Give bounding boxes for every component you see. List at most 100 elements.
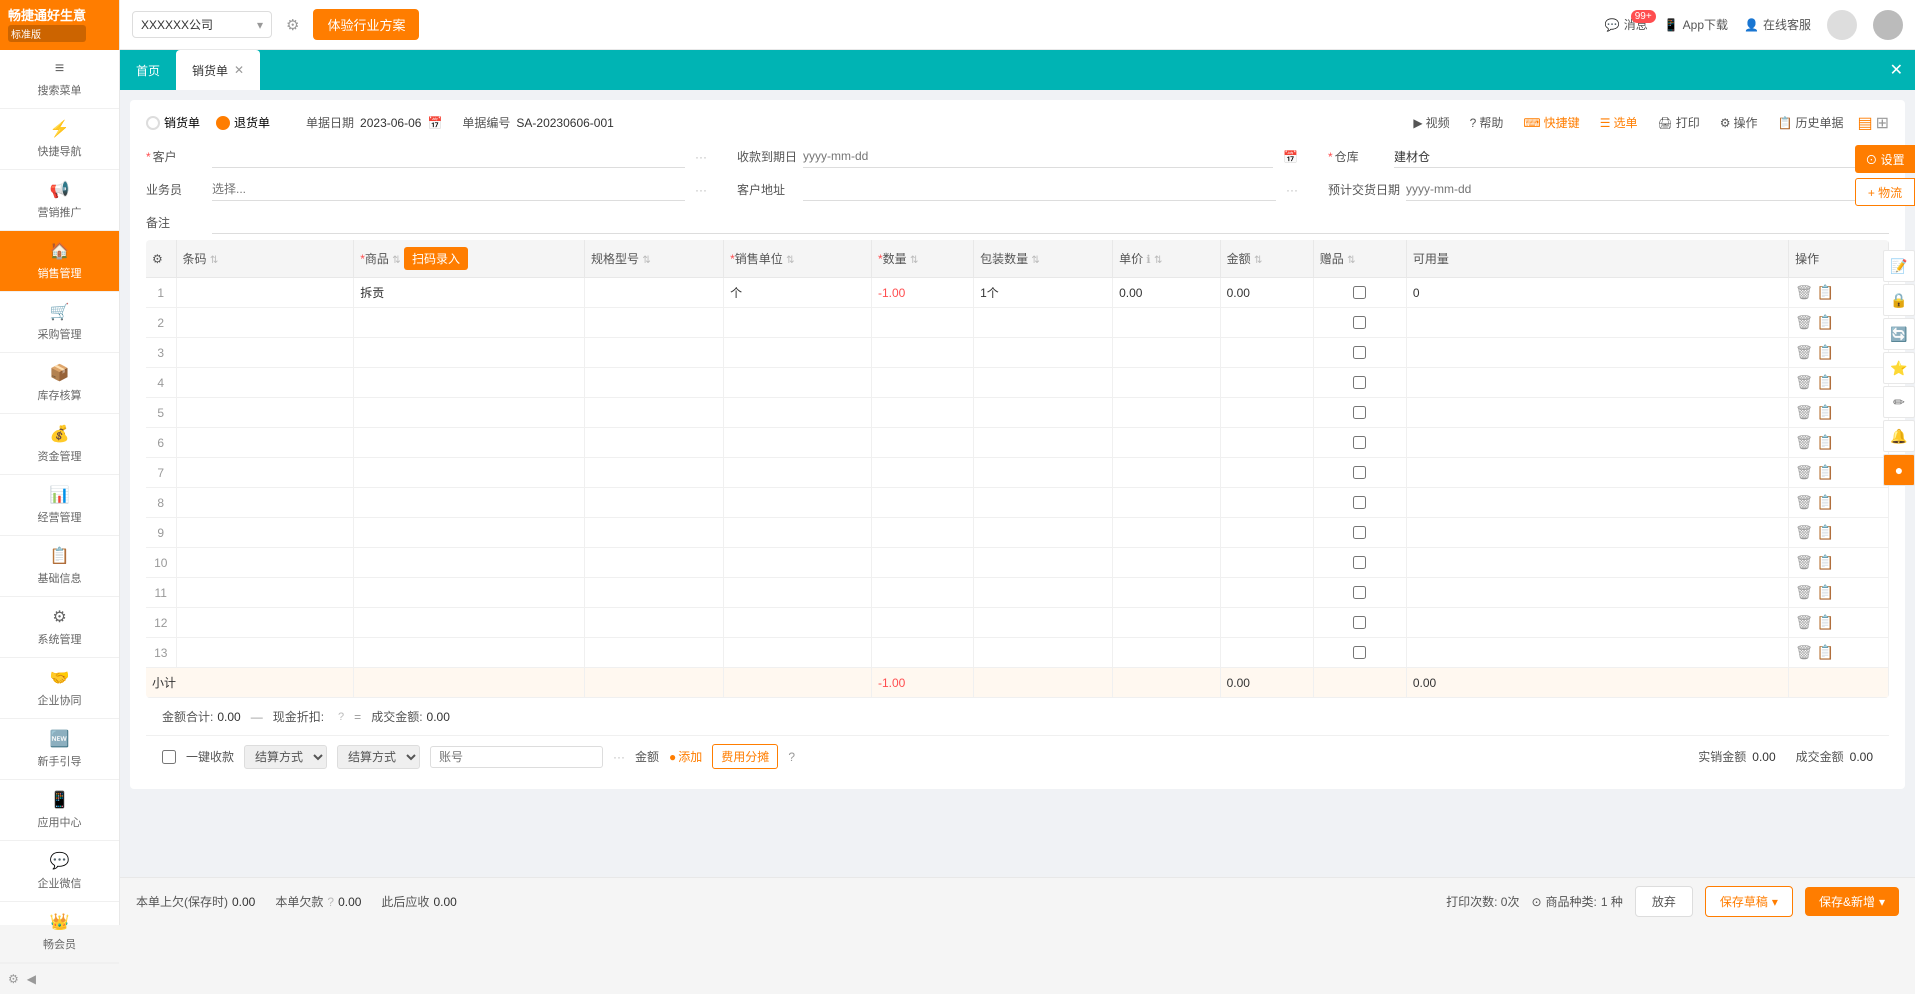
row-spec[interactable] [585,398,724,428]
row-product[interactable] [354,548,585,578]
row-gift[interactable] [1313,308,1406,338]
row-qty[interactable] [872,548,974,578]
row-qty[interactable] [872,578,974,608]
due-date-input[interactable] [803,145,1273,168]
row-unit-price[interactable] [1113,608,1221,638]
row-qty[interactable] [872,338,974,368]
row-qty[interactable] [872,308,974,338]
row-gift[interactable] [1313,488,1406,518]
row-qty[interactable] [872,488,974,518]
action-video[interactable]: ▶ 视频 [1407,112,1455,133]
row-barcode[interactable] [176,578,354,608]
delete-row-button[interactable]: 🗑 [1795,464,1813,481]
row-gift[interactable] [1313,548,1406,578]
row-barcode[interactable] [176,398,354,428]
action-select[interactable]: ☰ 选单 [1594,112,1644,133]
calendar-icon[interactable]: 📅 [427,116,442,130]
notes-input[interactable] [212,211,1889,234]
row-gift[interactable] [1313,398,1406,428]
row-spec[interactable] [585,278,724,308]
copy-row-button[interactable]: 📋 [1817,464,1834,481]
customer-address-input[interactable] [803,178,1276,201]
sidebar-item-quick[interactable]: ⚡ 快捷导航 [0,109,119,170]
delete-row-button[interactable]: 🗑 [1795,434,1813,451]
calc-method-select[interactable]: 结算方式 [337,745,420,769]
row-gift[interactable] [1313,278,1406,308]
copy-row-button[interactable]: 📋 [1817,554,1834,571]
logistics-button[interactable]: + 物流 [1855,178,1915,206]
row-product[interactable] [354,608,585,638]
row-spec[interactable] [585,308,724,338]
abandon-button[interactable]: 放弃 [1635,886,1693,917]
row-product[interactable] [354,368,585,398]
delete-row-button[interactable]: 🗑 [1795,644,1813,661]
sidebar-item-finance[interactable]: 💰 资金管理 [0,414,119,475]
row-gift[interactable] [1313,368,1406,398]
customer-input[interactable] [212,145,685,168]
row-spec[interactable] [585,428,724,458]
sidebar-item-wechat[interactable]: 💬 企业微信 [0,841,119,902]
tab-home[interactable]: 首页 [120,50,176,90]
due-date-calendar-icon[interactable]: 📅 [1283,150,1298,164]
add-payment-button[interactable]: ● 添加 [669,748,702,765]
delete-row-button[interactable]: 🗑 [1795,404,1813,421]
copy-row-button[interactable]: 📋 [1817,284,1834,301]
row-unit-price[interactable] [1113,428,1221,458]
row-spec[interactable] [585,488,724,518]
app-download-item[interactable]: 📱 App下载 [1664,16,1728,33]
action-help[interactable]: ? 帮助 [1464,112,1510,133]
tab-close-icon[interactable]: ✕ [234,63,244,77]
row-qty[interactable] [872,638,974,668]
row-unit-price[interactable]: 0.00 [1113,278,1221,308]
row-gift[interactable] [1313,338,1406,368]
avatar2[interactable] [1873,10,1903,40]
row-unit-price[interactable] [1113,398,1221,428]
row-product[interactable] [354,638,585,668]
side-edit-button[interactable]: ✏ [1883,386,1915,418]
sidebar-item-sales[interactable]: 🏠 销售管理 [0,231,119,292]
copy-row-button[interactable]: 📋 [1817,524,1834,541]
copy-row-button[interactable]: 📋 [1817,494,1834,511]
account-input[interactable] [430,746,603,768]
message-item[interactable]: 💬 消息 99+ [1605,16,1648,33]
avatar[interactable] [1827,10,1857,40]
row-spec[interactable] [585,518,724,548]
discount-info-icon[interactable]: ? [338,711,344,723]
short-info-icon[interactable]: ? [327,895,334,909]
row-barcode[interactable] [176,548,354,578]
side-orange-button[interactable]: ● [1883,454,1915,486]
row-barcode[interactable] [176,338,354,368]
row-qty[interactable] [872,608,974,638]
sidebar-item-member[interactable]: 👑 畅会员 [0,902,119,963]
delete-row-button[interactable]: 🗑 [1795,314,1813,331]
delete-row-button[interactable]: 🗑 [1795,494,1813,511]
customer-dots-icon[interactable]: ··· [695,150,707,164]
sidebar-item-appstore[interactable]: 📱 应用中心 [0,780,119,841]
settings-icon[interactable]: ⚙ [8,972,19,986]
grid-view-icon[interactable]: ⊞ [1876,113,1889,133]
save-draft-chevron-icon[interactable]: ▾ [1772,895,1778,909]
row-barcode[interactable] [176,608,354,638]
row-unit-price[interactable] [1113,518,1221,548]
copy-row-button[interactable]: 📋 [1817,644,1834,661]
salesperson-input[interactable] [212,178,685,201]
sidebar-item-system[interactable]: ⚙ 系统管理 [0,597,119,658]
row-gift[interactable] [1313,608,1406,638]
action-shortcut[interactable]: ⌨ 快捷键 [1517,112,1585,133]
row-unit-price[interactable] [1113,578,1221,608]
row-barcode[interactable] [176,488,354,518]
row-gift[interactable] [1313,638,1406,668]
expected-date-input[interactable] [1406,178,1864,201]
copy-row-button[interactable]: 📋 [1817,434,1834,451]
list-view-icon[interactable]: ▤ [1857,113,1872,133]
row-unit-price[interactable] [1113,488,1221,518]
row-product[interactable] [354,338,585,368]
row-spec[interactable] [585,338,724,368]
row-unit-price[interactable] [1113,338,1221,368]
sidebar-item-inventory[interactable]: 📦 库存核算 [0,353,119,414]
row-product[interactable] [354,578,585,608]
sidebar-item-basic[interactable]: 📋 基础信息 [0,536,119,597]
row-gift[interactable] [1313,458,1406,488]
sidebar-item-enterprise[interactable]: 🤝 企业协同 [0,658,119,719]
action-print[interactable]: 🖨 打印 [1651,112,1705,133]
